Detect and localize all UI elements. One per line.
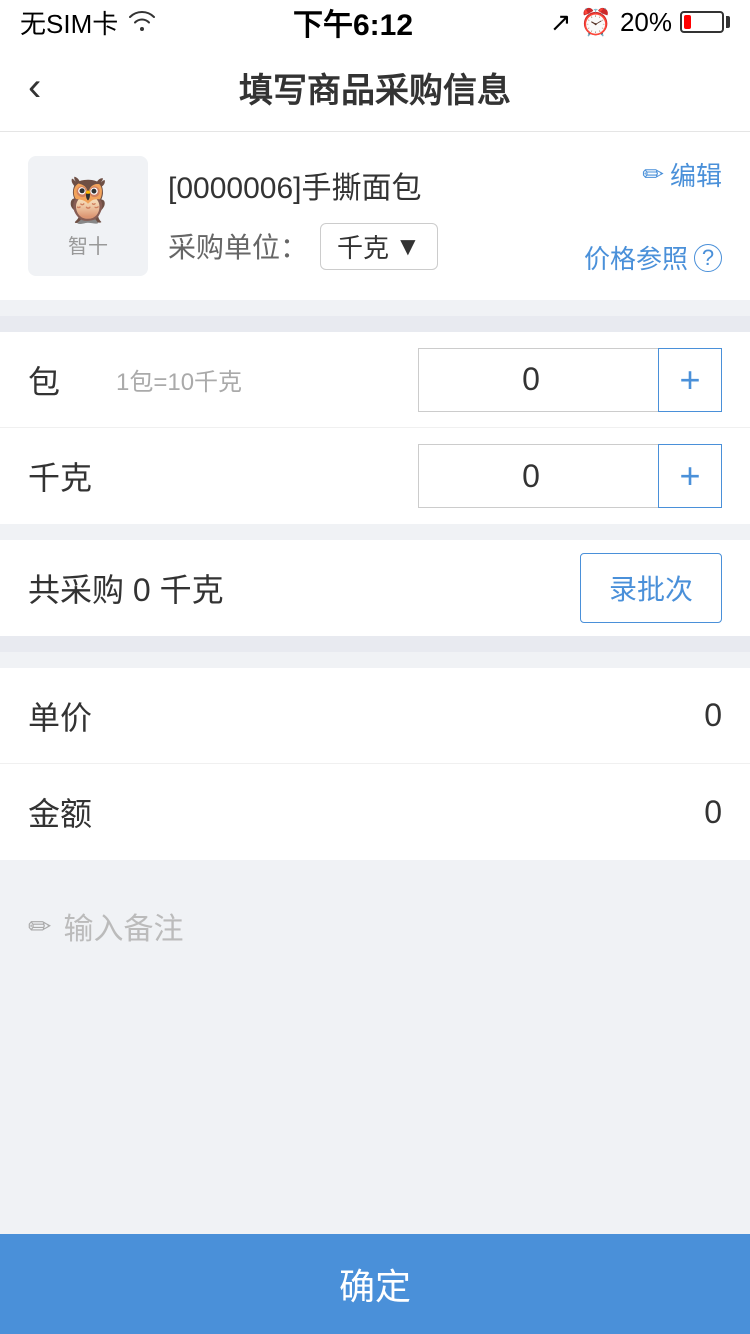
amount-value: 0 xyxy=(704,794,722,831)
batch-button[interactable]: 录批次 xyxy=(580,553,722,623)
bottom-space xyxy=(0,976,750,1176)
edit-icon: ✏ xyxy=(642,159,664,190)
amount-label: 金额 xyxy=(28,789,92,835)
amount-row: 金额 0 xyxy=(0,764,750,860)
wifi-icon xyxy=(128,7,156,38)
summary-row: 共采购 0 千克 录批次 xyxy=(0,540,750,636)
carrier-label: 无SIM卡 xyxy=(20,4,118,41)
unit-dropdown-icon: ▼ xyxy=(395,231,421,262)
help-icon: ? xyxy=(694,244,722,272)
unit-price-row: 单价 0 xyxy=(0,668,750,764)
package-sublabel: 1包=10千克 xyxy=(116,362,242,397)
alarm-icon: ⏰ xyxy=(580,7,612,38)
kilogram-input[interactable] xyxy=(418,444,658,508)
battery-percentage: 20% xyxy=(620,7,672,38)
product-card: 🦉 智十 [0000006]手撕面包 采购单位： 千克 ▼ ✏ 编辑 价格参照 … xyxy=(0,132,750,300)
summary-text: 共采购 0 千克 xyxy=(28,565,224,611)
remark-icon: ✏ xyxy=(28,910,51,943)
back-button[interactable]: ‹ xyxy=(28,65,41,110)
status-left: 无SIM卡 xyxy=(20,4,156,41)
price-ref-button[interactable]: 价格参照 ? xyxy=(584,239,722,276)
page-title: 填写商品采购信息 xyxy=(239,63,511,112)
package-plus-button[interactable]: + xyxy=(658,348,722,412)
edit-label: 编辑 xyxy=(670,156,722,193)
section-divider-2 xyxy=(0,636,750,652)
package-input-wrap: + xyxy=(242,348,722,412)
unit-label: 采购单位： xyxy=(168,226,308,266)
package-label: 包 xyxy=(28,357,108,403)
product-brand-label: 智十 xyxy=(68,230,108,259)
battery-icon xyxy=(680,11,730,33)
kilogram-input-row: 千克 + xyxy=(0,428,750,524)
remark-section[interactable]: ✏ 输入备注 xyxy=(0,876,750,976)
input-section: 包 1包=10千克 + 千克 + xyxy=(0,332,750,524)
summary-section: 共采购 0 千克 录批次 xyxy=(0,540,750,636)
unit-value: 千克 xyxy=(337,228,389,265)
nav-bar: ‹ 填写商品采购信息 xyxy=(0,44,750,132)
kilogram-plus-button[interactable]: + xyxy=(658,444,722,508)
location-icon: ↗ xyxy=(550,7,572,38)
price-section: 单价 0 金额 0 xyxy=(0,668,750,860)
product-image: 🦉 智十 xyxy=(28,156,148,276)
unit-select[interactable]: 千克 ▼ xyxy=(320,223,438,270)
status-right: ↗ ⏰ 20% xyxy=(550,7,730,38)
section-divider-1 xyxy=(0,316,750,332)
unit-price-label: 单价 xyxy=(28,693,92,739)
edit-button[interactable]: ✏ 编辑 xyxy=(642,156,722,193)
kilogram-label: 千克 xyxy=(28,453,108,499)
unit-price-value: 0 xyxy=(704,697,722,734)
package-input-row: 包 1包=10千克 + xyxy=(0,332,750,428)
package-input[interactable] xyxy=(418,348,658,412)
product-name: [0000006]手撕面包 xyxy=(168,163,722,207)
status-time: 下午6:12 xyxy=(293,0,413,44)
confirm-button[interactable]: 确定 xyxy=(0,1234,750,1334)
remark-placeholder: 输入备注 xyxy=(63,904,183,948)
price-ref-label: 价格参照 xyxy=(584,239,688,276)
product-owl-icon: 🦉 xyxy=(61,174,116,226)
kilogram-input-wrap: + xyxy=(108,444,722,508)
status-bar: 无SIM卡 下午6:12 ↗ ⏰ 20% xyxy=(0,0,750,44)
